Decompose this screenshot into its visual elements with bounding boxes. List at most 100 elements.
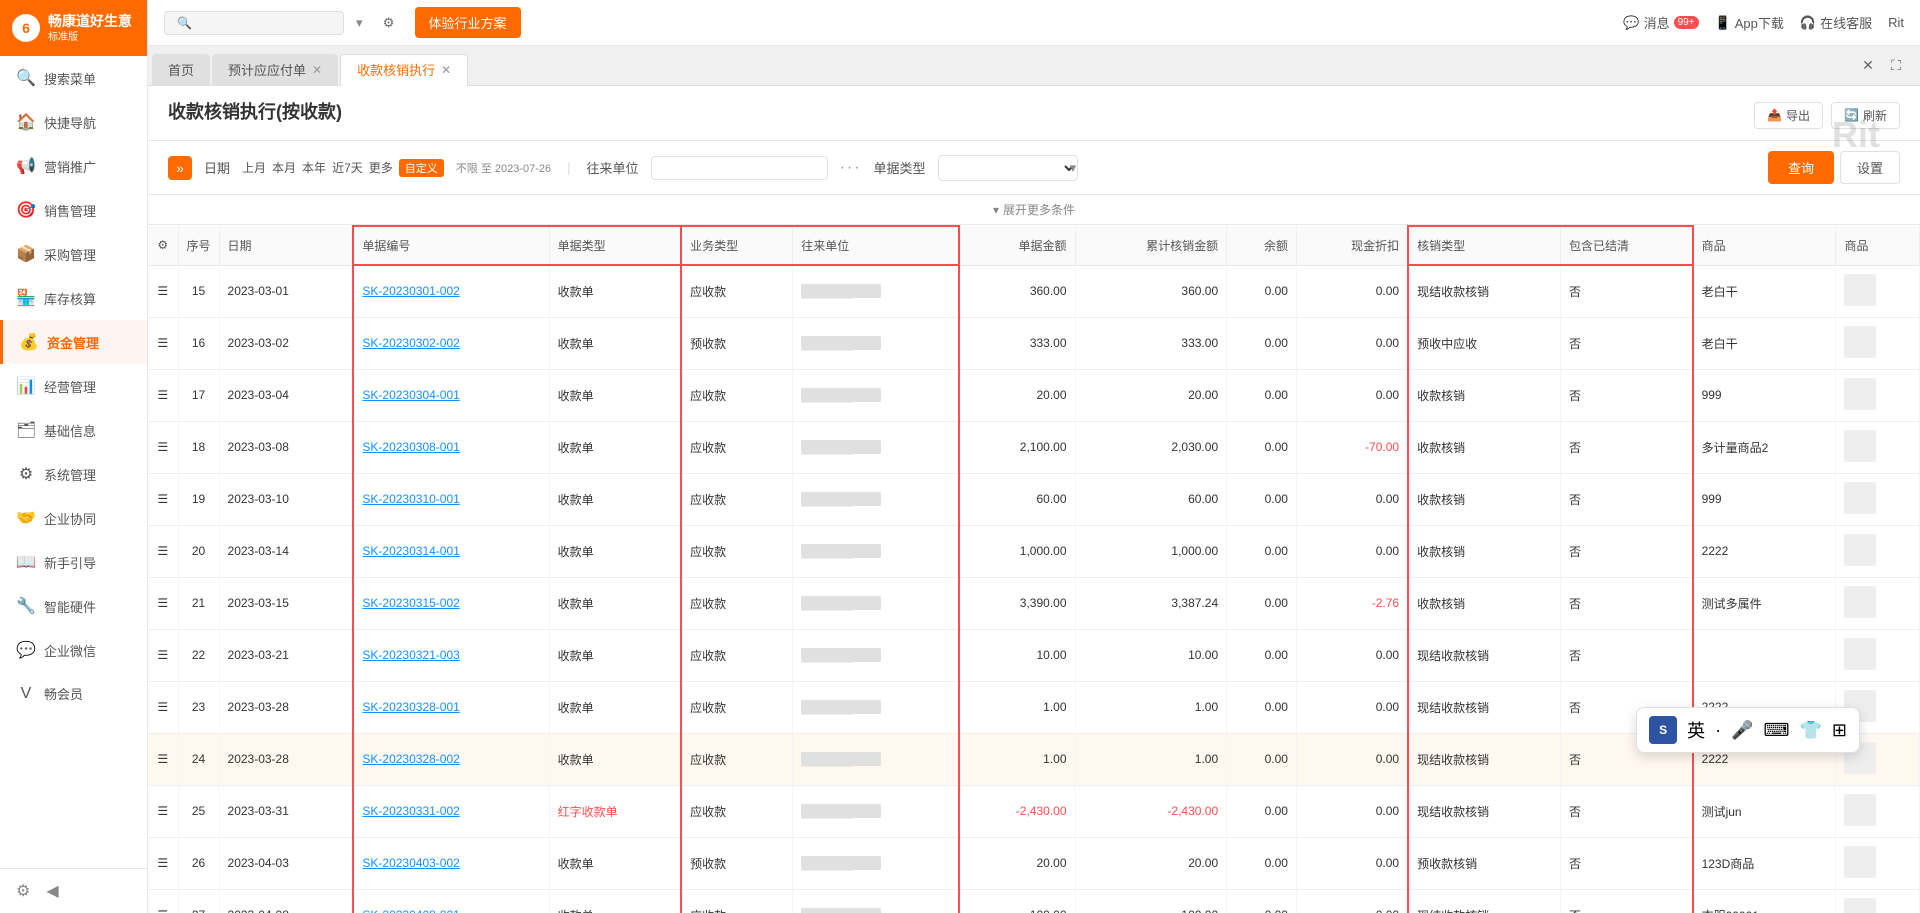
sidebar-item-operations[interactable]: 📊经营管理 <box>0 364 147 408</box>
sidebar-icon-hardware: 🔧 <box>16 596 36 616</box>
sidebar-item-collab[interactable]: 🤝企业协同 <box>0 496 147 540</box>
tab-prepay[interactable]: 预计应应付单 ✕ <box>212 54 338 86</box>
row-settings[interactable]: ☰ <box>148 577 178 629</box>
doc-no-link[interactable]: SK-20230302-002 <box>362 336 459 350</box>
sidebar-item-marketing[interactable]: 📢营销推广 <box>0 144 147 188</box>
date-option-this-year[interactable]: 本年 <box>302 159 326 176</box>
tab-home[interactable]: 首页 <box>152 54 210 86</box>
doc-no-link[interactable]: SK-20230408-001 <box>362 908 459 913</box>
row-biz-type: 应收款 <box>681 629 793 681</box>
row-doc-amount: 20.00 <box>959 837 1075 889</box>
query-button[interactable]: 查询 <box>1768 151 1834 184</box>
doc-no-link[interactable]: SK-20230314-001 <box>362 544 459 558</box>
ime-shirt-icon[interactable]: 👕 <box>1799 720 1821 741</box>
doc-no-link[interactable]: SK-20230315-002 <box>362 596 459 610</box>
date-option-more[interactable]: 更多 <box>369 159 393 176</box>
online-service-link[interactable]: 🎧 在线客服 <box>1800 13 1872 32</box>
solution-button[interactable]: 体验行业方案 <box>415 7 521 38</box>
sidebar-item-system[interactable]: ⚙系统管理 <box>0 452 147 496</box>
date-option-this-month[interactable]: 本月 <box>272 159 296 176</box>
ime-lang-icon[interactable]: 英 <box>1687 717 1705 743</box>
row-biz-type: 应收款 <box>681 733 793 785</box>
date-option-last-month[interactable]: 上月 <box>242 159 266 176</box>
refresh-button[interactable]: 🔄 刷新 <box>1831 102 1900 129</box>
row-biz-type: 应收款 <box>681 785 793 837</box>
tab-close-all[interactable]: ✕ <box>1856 54 1880 78</box>
row-date: 2023-03-28 <box>219 681 353 733</box>
row-goods-img <box>1836 421 1920 473</box>
chevron-down-icon[interactable]: ▾ <box>356 15 363 31</box>
row-settings[interactable]: ☰ <box>148 525 178 577</box>
tab-prepay-close[interactable]: ✕ <box>312 63 322 77</box>
row-settings[interactable]: ☰ <box>148 733 178 785</box>
date-custom-btn[interactable]: 自定义 <box>399 159 444 177</box>
row-settings[interactable]: ☰ <box>148 785 178 837</box>
filter-dots[interactable]: ··· <box>840 159 862 177</box>
tab-receipts[interactable]: 收款核销执行 ✕ <box>340 54 468 86</box>
row-verify-type: 现结收款核销 <box>1408 265 1560 317</box>
tab-receipts-close[interactable]: ✕ <box>441 63 451 77</box>
sidebar-item-guide[interactable]: 📖新手引导 <box>0 540 147 584</box>
collapse-icon[interactable]: ◀ <box>46 881 58 901</box>
export-button[interactable]: 📤 导出 <box>1754 102 1823 129</box>
doc-no-link[interactable]: SK-20230403-002 <box>362 856 459 870</box>
row-settings[interactable]: ☰ <box>148 473 178 525</box>
doc-no-link[interactable]: SK-20230301-002 <box>362 284 459 298</box>
sidebar-item-inventory[interactable]: 🏪库存核算 <box>0 276 147 320</box>
ime-keyboard-icon[interactable]: ⌨ <box>1764 720 1790 741</box>
expand-conditions-btn[interactable]: ▾ 展开更多条件 <box>993 201 1075 218</box>
sidebar-item-shortcut[interactable]: 🏠快捷导航 <box>0 100 147 144</box>
sidebar-item-basic[interactable]: 🗂基础信息 <box>0 408 147 452</box>
doc-no-link[interactable]: SK-20230328-002 <box>362 752 459 766</box>
sidebar-item-purchase[interactable]: 📦采购管理 <box>0 232 147 276</box>
row-settings[interactable]: ☰ <box>148 837 178 889</box>
row-settings[interactable]: ☰ <box>148 629 178 681</box>
row-settings[interactable]: ☰ <box>148 317 178 369</box>
doc-type-select[interactable] <box>938 155 1078 181</box>
sidebar-label-sales: 销售管理 <box>44 201 96 220</box>
row-settings[interactable]: ☰ <box>148 681 178 733</box>
date-option-7days[interactable]: 近7天 <box>332 159 363 176</box>
app-download-link[interactable]: 📱 App下载 <box>1715 13 1784 32</box>
sidebar-item-sales[interactable]: 🎯销售管理 <box>0 188 147 232</box>
table-row: ☰ 16 2023-03-02 SK-20230302-002 收款单 预收款 … <box>148 317 1920 369</box>
row-doc-no: SK-20230328-002 <box>353 733 549 785</box>
sidebar-item-wechat[interactable]: 💬企业微信 <box>0 628 147 672</box>
user-name[interactable]: Rit <box>1888 15 1904 30</box>
counterparty-input[interactable] <box>651 156 828 180</box>
row-counterparty: ██████ <box>793 733 959 785</box>
doc-no-link[interactable]: SK-20230328-001 <box>362 700 459 714</box>
sidebar-icon-guide: 📖 <box>16 552 36 572</box>
row-verify-type: 现结收款核销 <box>1408 681 1560 733</box>
row-doc-no: SK-20230302-002 <box>353 317 549 369</box>
doc-no-link[interactable]: SK-20230331-002 <box>362 804 459 818</box>
ime-music-icon[interactable]: · <box>1715 720 1721 741</box>
message-button[interactable]: 💬 消息 99+ <box>1623 13 1698 32</box>
filter-toggle[interactable]: » <box>168 156 192 180</box>
doc-no-link[interactable]: SK-20230308-001 <box>362 440 459 454</box>
export-icon: 📤 <box>1767 108 1782 122</box>
ime-grid-icon[interactable]: ⊞ <box>1832 720 1847 741</box>
doc-no-link[interactable]: SK-20230321-003 <box>362 648 459 662</box>
col-header-verify-type: 核销类型 <box>1408 226 1560 265</box>
row-settings[interactable]: ☰ <box>148 421 178 473</box>
row-date: 2023-03-02 <box>219 317 353 369</box>
sidebar-item-finance[interactable]: 💰资金管理 <box>0 320 147 364</box>
doc-no-link[interactable]: SK-20230310-001 <box>362 492 459 506</box>
col-header-settings[interactable]: ⚙ <box>148 226 178 265</box>
row-include-settled: 否 <box>1561 837 1693 889</box>
tab-maximize[interactable]: ⛶ <box>1884 54 1908 78</box>
doc-no-link[interactable]: SK-20230304-001 <box>362 388 459 402</box>
sidebar-item-search[interactable]: 🔍搜索菜单 <box>0 56 147 100</box>
settings-button[interactable]: 设置 <box>1840 151 1900 184</box>
row-settings[interactable]: ☰ <box>148 889 178 913</box>
ime-mic-icon[interactable]: 🎤 <box>1731 720 1753 741</box>
row-goods-img <box>1836 525 1920 577</box>
sidebar-item-hardware[interactable]: 🔧智能硬件 <box>0 584 147 628</box>
row-settings[interactable]: ☰ <box>148 265 178 317</box>
gear-icon[interactable]: ⚙ <box>375 9 403 37</box>
row-settings[interactable]: ☰ <box>148 369 178 421</box>
sidebar-item-member[interactable]: V畅会员 <box>0 672 147 715</box>
settings-icon[interactable]: ⚙ <box>16 881 30 901</box>
row-goods-img <box>1836 265 1920 317</box>
